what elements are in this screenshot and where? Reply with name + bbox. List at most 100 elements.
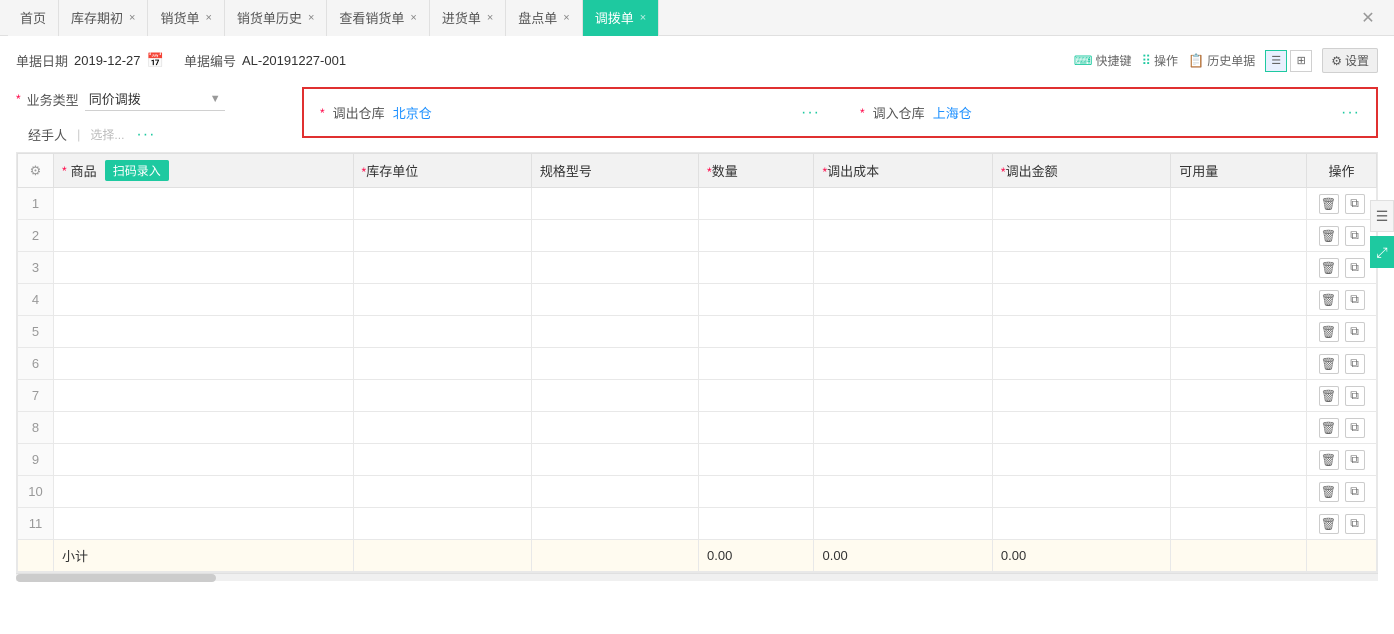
- cell-unit[interactable]: [353, 284, 531, 316]
- cell-amount[interactable]: [992, 412, 1170, 444]
- cell-unit[interactable]: [353, 412, 531, 444]
- cell-cost[interactable]: [814, 348, 992, 380]
- cell-spec[interactable]: [531, 508, 698, 540]
- cell-spec[interactable]: [531, 348, 698, 380]
- cell-available[interactable]: [1171, 444, 1307, 476]
- cell-unit[interactable]: [353, 252, 531, 284]
- cell-amount[interactable]: [992, 220, 1170, 252]
- cell-available[interactable]: [1171, 252, 1307, 284]
- close-icon[interactable]: ×: [129, 12, 135, 24]
- settings-button[interactable]: ⚙ 设置: [1322, 48, 1378, 73]
- copy-icon[interactable]: ⧉: [1345, 450, 1365, 470]
- cell-spec[interactable]: [531, 380, 698, 412]
- cell-cost[interactable]: [814, 252, 992, 284]
- right-list-button[interactable]: ☰: [1370, 200, 1394, 232]
- cell-amount[interactable]: [992, 252, 1170, 284]
- cell-amount[interactable]: [992, 444, 1170, 476]
- cell-qty[interactable]: [699, 412, 814, 444]
- cell-product[interactable]: [54, 252, 354, 284]
- cell-amount[interactable]: [992, 316, 1170, 348]
- delete-icon[interactable]: 🗑: [1319, 290, 1339, 310]
- cell-cost[interactable]: [814, 316, 992, 348]
- history-button[interactable]: 📋 历史单据: [1188, 52, 1255, 69]
- cell-unit[interactable]: [353, 508, 531, 540]
- tab-sales-history[interactable]: 销货单历史 ×: [225, 0, 327, 36]
- cell-available[interactable]: [1171, 348, 1307, 380]
- cell-amount[interactable]: [992, 476, 1170, 508]
- delete-icon[interactable]: 🗑: [1319, 482, 1339, 502]
- handler-more-button[interactable]: ···: [136, 126, 155, 144]
- cell-available[interactable]: [1171, 412, 1307, 444]
- cell-spec[interactable]: [531, 476, 698, 508]
- tab-purchase[interactable]: 进货单 ×: [430, 0, 506, 36]
- cell-product[interactable]: [54, 188, 354, 220]
- close-icon[interactable]: ×: [308, 12, 314, 24]
- shortcuts-button[interactable]: ⌨ 快捷键: [1074, 52, 1132, 69]
- cell-spec[interactable]: [531, 316, 698, 348]
- delete-icon[interactable]: 🗑: [1319, 322, 1339, 342]
- cell-unit[interactable]: [353, 380, 531, 412]
- delete-icon[interactable]: 🗑: [1319, 450, 1339, 470]
- operations-button[interactable]: ⠿ 操作: [1141, 52, 1178, 69]
- cell-amount[interactable]: [992, 380, 1170, 412]
- cell-available[interactable]: [1171, 188, 1307, 220]
- cell-qty[interactable]: [699, 476, 814, 508]
- cell-unit[interactable]: [353, 444, 531, 476]
- transfer-out-value[interactable]: 北京仓: [393, 103, 432, 122]
- right-expand-button[interactable]: ⤢: [1370, 236, 1394, 268]
- copy-icon[interactable]: ⧉: [1345, 226, 1365, 246]
- cell-amount[interactable]: [992, 284, 1170, 316]
- cell-qty[interactable]: [699, 348, 814, 380]
- cell-spec[interactable]: [531, 252, 698, 284]
- cell-product[interactable]: [54, 380, 354, 412]
- calendar-icon[interactable]: 📅: [147, 52, 164, 69]
- copy-icon[interactable]: ⧉: [1345, 418, 1365, 438]
- cell-available[interactable]: [1171, 508, 1307, 540]
- cell-unit[interactable]: [353, 188, 531, 220]
- tab-transfer[interactable]: 调拨单 ×: [583, 0, 659, 36]
- cell-spec[interactable]: [531, 220, 698, 252]
- cell-qty[interactable]: [699, 380, 814, 412]
- close-icon[interactable]: ×: [487, 12, 493, 24]
- handler-placeholder[interactable]: 选择...: [90, 126, 124, 143]
- cell-unit[interactable]: [353, 348, 531, 380]
- delete-icon[interactable]: 🗑: [1319, 226, 1339, 246]
- scan-entry-button[interactable]: 扫码录入: [105, 160, 169, 181]
- close-icon[interactable]: ×: [563, 12, 569, 24]
- transfer-in-value[interactable]: 上海仓: [933, 103, 972, 122]
- cell-cost[interactable]: [814, 188, 992, 220]
- cell-spec[interactable]: [531, 284, 698, 316]
- cell-cost[interactable]: [814, 444, 992, 476]
- cell-amount[interactable]: [992, 508, 1170, 540]
- scroll-thumb[interactable]: [16, 574, 216, 582]
- cell-cost[interactable]: [814, 380, 992, 412]
- cell-cost[interactable]: [814, 476, 992, 508]
- cell-qty[interactable]: [699, 444, 814, 476]
- close-icon[interactable]: ×: [640, 12, 646, 24]
- cell-available[interactable]: [1171, 476, 1307, 508]
- cell-cost[interactable]: [814, 220, 992, 252]
- copy-icon[interactable]: ⧉: [1345, 482, 1365, 502]
- cell-qty[interactable]: [699, 316, 814, 348]
- delete-icon[interactable]: 🗑: [1319, 194, 1339, 214]
- layout-grid-button[interactable]: ⊞: [1290, 50, 1312, 72]
- close-icon[interactable]: ×: [410, 12, 416, 24]
- copy-icon[interactable]: ⧉: [1345, 258, 1365, 278]
- cell-spec[interactable]: [531, 188, 698, 220]
- business-type-select[interactable]: 同价调拨 ▼: [85, 87, 225, 111]
- layout-list-button[interactable]: ☰: [1265, 50, 1287, 72]
- cell-product[interactable]: [54, 284, 354, 316]
- cell-qty[interactable]: [699, 252, 814, 284]
- cell-amount[interactable]: [992, 348, 1170, 380]
- cell-cost[interactable]: [814, 284, 992, 316]
- cell-product[interactable]: [54, 316, 354, 348]
- close-icon[interactable]: ×: [205, 12, 211, 24]
- delete-icon[interactable]: 🗑: [1319, 514, 1339, 534]
- cell-qty[interactable]: [699, 508, 814, 540]
- delete-icon[interactable]: 🗑: [1319, 354, 1339, 374]
- window-close-button[interactable]: ✕: [1350, 0, 1386, 36]
- tab-inventory-init[interactable]: 库存期初 ×: [59, 0, 148, 36]
- cell-product[interactable]: [54, 348, 354, 380]
- cell-unit[interactable]: [353, 316, 531, 348]
- cell-unit[interactable]: [353, 220, 531, 252]
